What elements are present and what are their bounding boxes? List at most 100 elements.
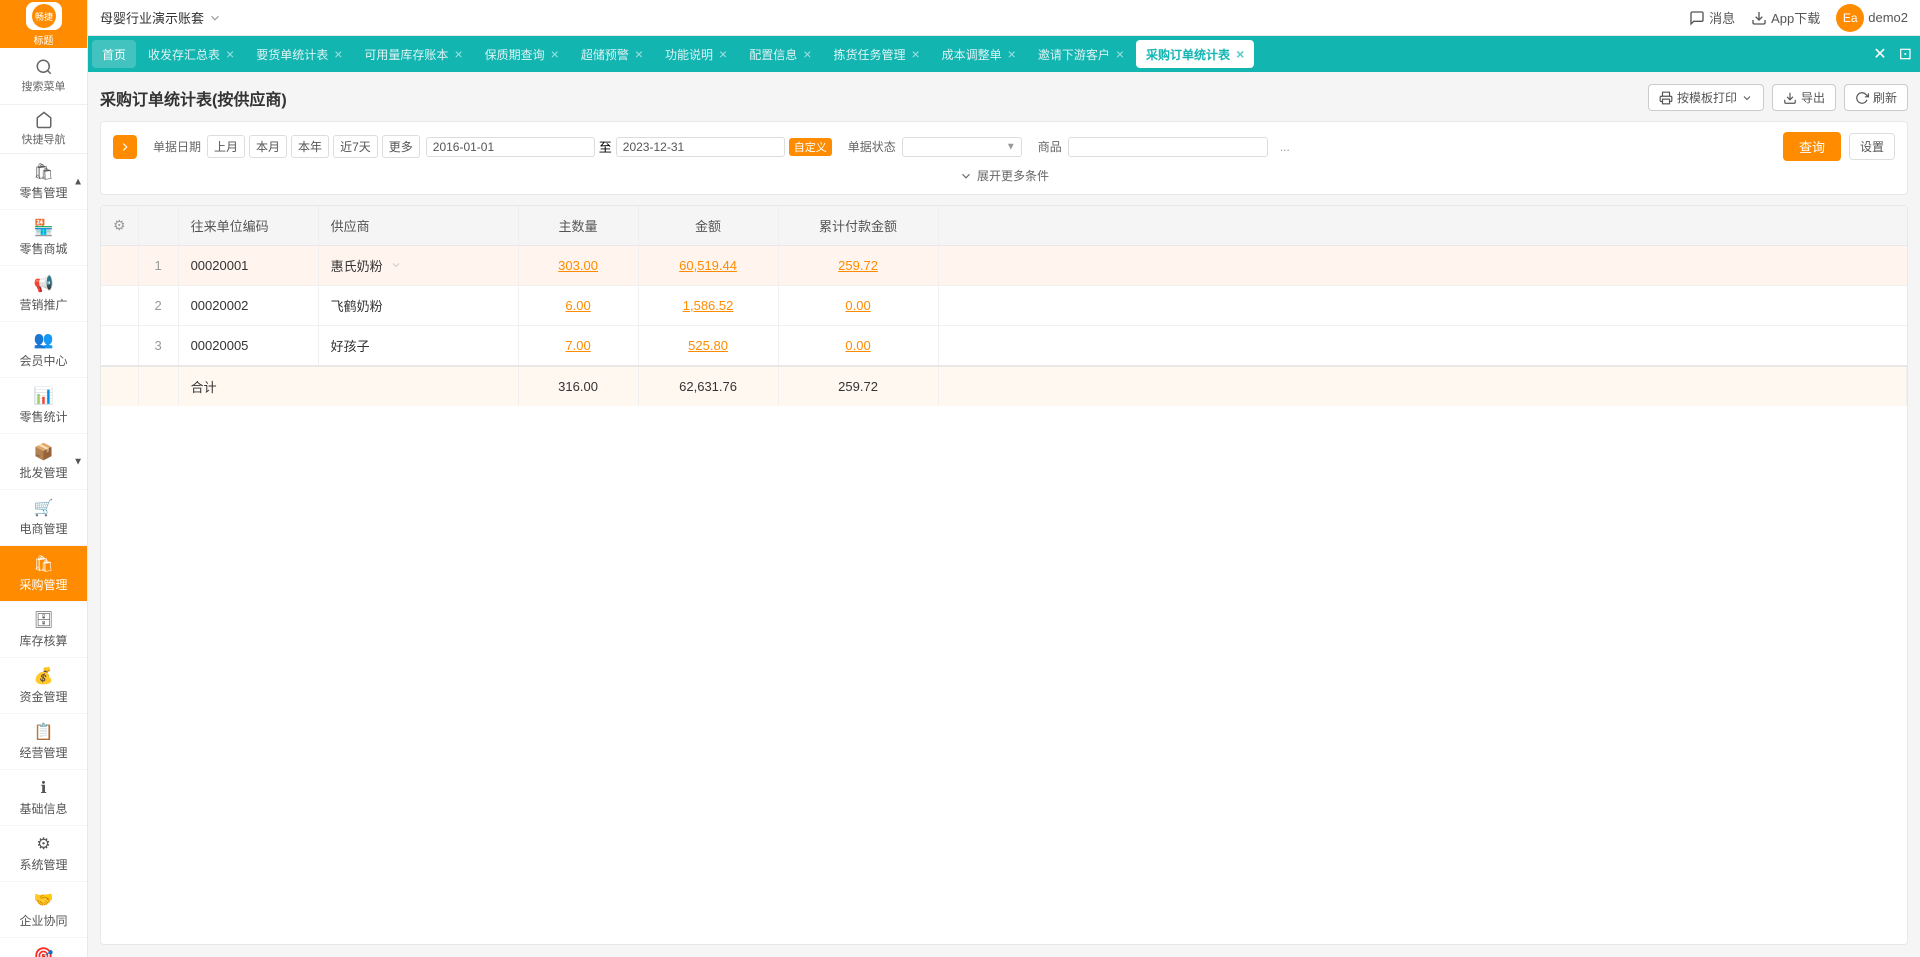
sidebar-item-enterprise[interactable]: 🤝 企业协同 bbox=[0, 882, 87, 938]
tab-task[interactable]: 拣货任务管理 × bbox=[823, 40, 929, 68]
filter-toggle-button[interactable] bbox=[113, 135, 137, 159]
tabs-actions: ✕ ⊡ bbox=[1869, 42, 1916, 66]
export-icon bbox=[1783, 91, 1797, 105]
sidebar-item-guide[interactable]: 🎯 新手引导 bbox=[0, 938, 87, 957]
sidebar-item-purchase[interactable]: 🛍 采购管理 bbox=[0, 546, 87, 602]
cell-paid-1[interactable]: 259.72 bbox=[778, 246, 938, 286]
goods-filter: 商品 ... bbox=[1038, 137, 1296, 157]
quick-nav-button[interactable]: 快捷导航 bbox=[0, 105, 87, 153]
expand-icon bbox=[959, 169, 973, 183]
sidebar-item-marketing[interactable]: 📢 营销推广 bbox=[0, 266, 87, 322]
sidebar-item-member[interactable]: 👥 会员中心 bbox=[0, 322, 87, 378]
close-tab-button[interactable]: ✕ bbox=[1869, 42, 1890, 66]
workspace-selector[interactable]: 母婴行业演示账套 bbox=[100, 8, 222, 27]
sidebar-item-finance[interactable]: 💰 资金管理 bbox=[0, 658, 87, 714]
page-header: 采购订单统计表(按供应商) 按模板打印 导出 刷新 bbox=[100, 84, 1908, 111]
goods-more-button[interactable]: ... bbox=[1274, 138, 1296, 156]
sidebar-search-section: 搜索菜单 bbox=[0, 48, 87, 105]
th-settings: ⚙ bbox=[101, 206, 138, 246]
print-button[interactable]: 按模板打印 bbox=[1648, 84, 1764, 111]
download-icon bbox=[1751, 10, 1767, 26]
sidebar-item-system[interactable]: ⚙ 系统管理 bbox=[0, 826, 87, 882]
sidebar-item-retail-stat[interactable]: 📊 零售统计 bbox=[0, 378, 87, 434]
user-profile[interactable]: Ea demo2 bbox=[1836, 4, 1908, 32]
message-icon bbox=[1689, 10, 1705, 26]
date-from-input[interactable] bbox=[426, 137, 595, 157]
close-tab-cost[interactable]: × bbox=[1008, 47, 1016, 61]
tab-home[interactable]: 首页 bbox=[92, 40, 136, 68]
cell-amount-1[interactable]: 60,519.44 bbox=[638, 246, 778, 286]
cell-amount-2[interactable]: 1,586.52 bbox=[638, 286, 778, 326]
sidebar-item-retail-mall[interactable]: 🏪 零售商城 bbox=[0, 210, 87, 266]
app-download-button[interactable]: App下载 bbox=[1751, 8, 1820, 27]
status-select[interactable] bbox=[902, 137, 1022, 157]
close-tab-warranty[interactable]: × bbox=[551, 47, 559, 61]
filter-settings-button[interactable]: 设置 bbox=[1849, 133, 1895, 160]
tab-demand[interactable]: 要货单统计表 × bbox=[246, 40, 352, 68]
expand-filter-button[interactable]: 展开更多条件 bbox=[113, 167, 1895, 184]
cell-index-1: 1 bbox=[138, 246, 178, 286]
cell-qty-1[interactable]: 303.00 bbox=[518, 246, 638, 286]
sidebar-item-retail-mgmt[interactable]: 🛍 零售管理 ▲ bbox=[0, 154, 87, 210]
ecommerce-icon: 🛒 bbox=[34, 498, 54, 518]
export-button[interactable]: 导出 bbox=[1772, 84, 1836, 111]
close-tab-demand[interactable]: × bbox=[334, 47, 342, 61]
close-tab-config[interactable]: × bbox=[803, 47, 811, 61]
query-button[interactable]: 查询 bbox=[1783, 132, 1841, 161]
chevron-right-icon bbox=[118, 140, 132, 154]
mgmt-icon: 📋 bbox=[34, 722, 54, 742]
print-chevron-icon bbox=[1741, 92, 1753, 104]
cell-code-1: 00020001 bbox=[178, 246, 318, 286]
close-tab-inventory[interactable]: × bbox=[454, 47, 462, 61]
tab-warranty[interactable]: 保质期查询 × bbox=[475, 40, 569, 68]
sidebar-item-ecommerce[interactable]: 🛒 电商管理 bbox=[0, 490, 87, 546]
tab-config[interactable]: 配置信息 × bbox=[739, 40, 821, 68]
expand-supplier-icon[interactable] bbox=[390, 259, 402, 271]
close-tab-collection[interactable]: × bbox=[226, 47, 234, 61]
tab-invite[interactable]: 邀请下游客户 × bbox=[1028, 40, 1134, 68]
cell-checkbox-3 bbox=[101, 326, 138, 367]
topbar-right: 消息 App下载 Ea demo2 bbox=[1689, 4, 1908, 32]
close-tab-purchase-stat[interactable]: × bbox=[1236, 47, 1244, 61]
cell-paid-2[interactable]: 0.00 bbox=[778, 286, 938, 326]
stat-icon: 📊 bbox=[34, 386, 54, 406]
close-tab-invite[interactable]: × bbox=[1116, 47, 1124, 61]
cell-qty-2[interactable]: 6.00 bbox=[518, 286, 638, 326]
goods-input[interactable] bbox=[1068, 137, 1268, 157]
th-extra bbox=[938, 206, 1906, 246]
cell-supplier-3: 好孩子 bbox=[318, 326, 518, 367]
sidebar-item-basic[interactable]: ℹ 基础信息 bbox=[0, 770, 87, 826]
refresh-button[interactable]: 刷新 bbox=[1844, 84, 1908, 111]
date-btn-this-month[interactable]: 本月 bbox=[249, 135, 287, 158]
table-row: 3 00020005 好孩子 7.00 525.80 0.00 bbox=[101, 326, 1907, 367]
message-button[interactable]: 消息 bbox=[1689, 8, 1735, 27]
th-amount: 金额 bbox=[638, 206, 778, 246]
sidebar-item-wholesale[interactable]: 📦 批发管理 ▼ bbox=[0, 434, 87, 490]
column-settings-icon[interactable]: ⚙ bbox=[113, 217, 126, 233]
tab-collection[interactable]: 收发存汇总表 × bbox=[138, 40, 244, 68]
tab-overstock[interactable]: 超储预警 × bbox=[571, 40, 653, 68]
tab-function[interactable]: 功能说明 × bbox=[655, 40, 737, 68]
tab-purchase-stat[interactable]: 采购订单统计表 × bbox=[1136, 40, 1254, 68]
th-index bbox=[138, 206, 178, 246]
close-tab-function[interactable]: × bbox=[719, 47, 727, 61]
close-tab-overstock[interactable]: × bbox=[635, 47, 643, 61]
tab-cost[interactable]: 成本调整单 × bbox=[932, 40, 1026, 68]
maximize-tab-button[interactable]: ⊡ bbox=[1895, 42, 1916, 66]
tab-inventory[interactable]: 可用量库存账本 × bbox=[354, 40, 472, 68]
date-btn-7days[interactable]: 近7天 bbox=[333, 135, 378, 158]
shop-icon: 🏪 bbox=[34, 218, 54, 238]
date-btn-more[interactable]: 更多 bbox=[382, 135, 420, 158]
close-tab-task[interactable]: × bbox=[911, 47, 919, 61]
sidebar-item-management[interactable]: 📋 经营管理 bbox=[0, 714, 87, 770]
cell-paid-3[interactable]: 0.00 bbox=[778, 326, 938, 367]
date-to-input[interactable] bbox=[616, 137, 785, 157]
date-btn-last-month[interactable]: 上月 bbox=[207, 135, 245, 158]
cell-amount-3[interactable]: 525.80 bbox=[638, 326, 778, 367]
sidebar-item-inventory[interactable]: 🗄 库存核算 bbox=[0, 602, 87, 658]
date-btn-this-year[interactable]: 本年 bbox=[291, 135, 329, 158]
search-menu-button[interactable]: 搜索菜单 bbox=[4, 54, 83, 98]
cell-qty-3[interactable]: 7.00 bbox=[518, 326, 638, 367]
quick-nav-section: 快捷导航 bbox=[0, 105, 87, 154]
sidebar-logo: 畅捷 标题 bbox=[0, 0, 87, 48]
